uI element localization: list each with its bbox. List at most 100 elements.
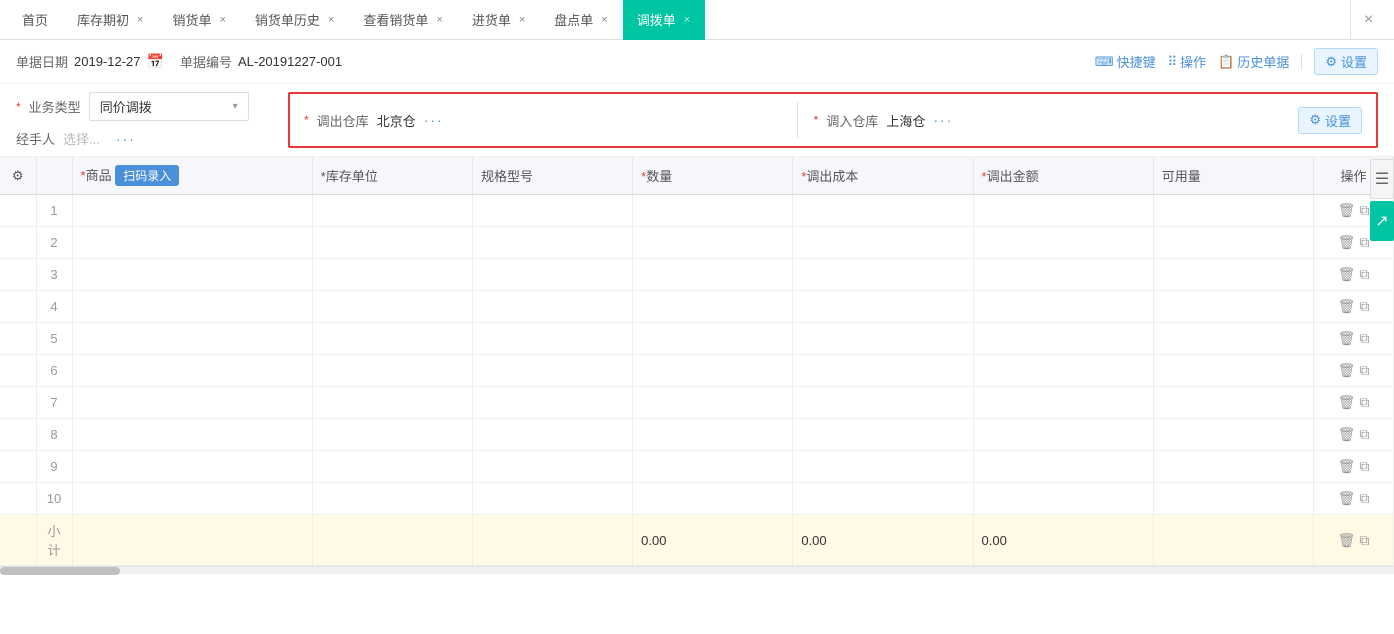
tab-sales-order[interactable]: 销货单 × bbox=[158, 0, 240, 40]
delete-row-icon[interactable]: 🗑 bbox=[1338, 394, 1356, 410]
row-cost[interactable] bbox=[793, 483, 973, 515]
row-goods[interactable] bbox=[72, 259, 312, 291]
tab-home[interactable]: 首页 bbox=[8, 0, 63, 40]
copy-row-icon[interactable]: ⧉ bbox=[1359, 202, 1369, 218]
copy-row-icon[interactable]: ⧉ bbox=[1359, 426, 1369, 442]
row-cost[interactable]: 0.00 bbox=[793, 515, 973, 566]
row-qty[interactable]: 0.00 bbox=[633, 515, 793, 566]
copy-row-icon[interactable]: ⧉ bbox=[1359, 266, 1369, 282]
source-warehouse-more-icon[interactable]: ··· bbox=[424, 112, 444, 128]
tab-transfer-close[interactable]: × bbox=[684, 14, 690, 26]
row-amount[interactable] bbox=[973, 483, 1153, 515]
row-cost[interactable] bbox=[793, 419, 973, 451]
row-cost[interactable] bbox=[793, 195, 973, 227]
row-qty[interactable] bbox=[633, 451, 793, 483]
row-amount[interactable] bbox=[973, 419, 1153, 451]
row-qty[interactable] bbox=[633, 195, 793, 227]
row-cost[interactable] bbox=[793, 291, 973, 323]
tab-inventory-init[interactable]: 库存期初 × bbox=[63, 0, 158, 40]
row-qty[interactable] bbox=[633, 259, 793, 291]
float-expand-btn[interactable]: ↗ bbox=[1370, 201, 1394, 241]
scrollbar-thumb[interactable] bbox=[0, 567, 120, 575]
row-cost[interactable] bbox=[793, 227, 973, 259]
row-qty[interactable] bbox=[633, 419, 793, 451]
delete-row-icon[interactable]: 🗑 bbox=[1338, 458, 1356, 474]
row-cost[interactable] bbox=[793, 259, 973, 291]
row-amount[interactable] bbox=[973, 291, 1153, 323]
tab-purchase-close[interactable]: × bbox=[519, 14, 525, 26]
copy-row-icon[interactable]: ⧉ bbox=[1359, 394, 1369, 410]
copy-row-icon[interactable]: ⧉ bbox=[1359, 532, 1369, 548]
calendar-icon[interactable]: 📅 bbox=[147, 53, 164, 70]
th-available: 可用量 bbox=[1153, 157, 1313, 195]
row-amount[interactable] bbox=[973, 195, 1153, 227]
tab-inventory-init-close[interactable]: × bbox=[137, 14, 143, 26]
business-type-select[interactable]: 同价调拨 ▾ bbox=[89, 92, 249, 121]
row-qty[interactable] bbox=[633, 323, 793, 355]
handler-more-icon[interactable]: ··· bbox=[116, 131, 136, 147]
delete-row-icon[interactable]: 🗑 bbox=[1338, 234, 1356, 250]
delete-row-icon[interactable]: 🗑 bbox=[1338, 490, 1356, 506]
tab-stocktake[interactable]: 盘点单 × bbox=[540, 0, 622, 40]
delete-row-icon[interactable]: 🗑 bbox=[1338, 202, 1356, 218]
tab-sales-history[interactable]: 销货单历史 × bbox=[241, 0, 349, 40]
tab-transfer[interactable]: 调拨单 × bbox=[623, 0, 705, 40]
row-goods[interactable] bbox=[72, 451, 312, 483]
row-qty[interactable] bbox=[633, 483, 793, 515]
row-amount[interactable] bbox=[973, 227, 1153, 259]
warehouse-settings-button[interactable]: ⚙ 设置 bbox=[1298, 107, 1362, 134]
row-goods[interactable] bbox=[72, 323, 312, 355]
tab-stocktake-close[interactable]: × bbox=[601, 14, 607, 26]
copy-row-icon[interactable]: ⧉ bbox=[1359, 298, 1369, 314]
tab-sales-history-close[interactable]: × bbox=[328, 14, 334, 26]
row-amount[interactable] bbox=[973, 323, 1153, 355]
copy-row-icon[interactable]: ⧉ bbox=[1359, 458, 1369, 474]
delete-row-icon[interactable]: 🗑 bbox=[1338, 532, 1356, 548]
copy-row-icon[interactable]: ⧉ bbox=[1359, 234, 1369, 250]
row-goods[interactable] bbox=[72, 227, 312, 259]
row-amount[interactable]: 0.00 bbox=[973, 515, 1153, 566]
row-cost[interactable] bbox=[793, 323, 973, 355]
row-qty[interactable] bbox=[633, 387, 793, 419]
window-close-button[interactable]: × bbox=[1350, 0, 1386, 40]
scan-button[interactable]: 扫码录入 bbox=[115, 165, 179, 186]
delete-row-icon[interactable]: 🗑 bbox=[1338, 298, 1356, 314]
copy-row-icon[interactable]: ⧉ bbox=[1359, 490, 1369, 506]
history-action[interactable]: 📋 历史单据 bbox=[1218, 52, 1289, 71]
row-cost[interactable] bbox=[793, 451, 973, 483]
row-goods[interactable] bbox=[72, 195, 312, 227]
delete-row-icon[interactable]: 🗑 bbox=[1338, 362, 1356, 378]
handler-placeholder[interactable]: 选择... bbox=[63, 129, 100, 148]
delete-row-icon[interactable]: 🗑 bbox=[1338, 426, 1356, 442]
row-goods[interactable] bbox=[72, 483, 312, 515]
tab-view-sales[interactable]: 查看销货单 × bbox=[349, 0, 457, 40]
row-amount[interactable] bbox=[973, 451, 1153, 483]
target-warehouse-more-icon[interactable]: ··· bbox=[933, 112, 953, 128]
operation-action[interactable]: ⠿ 操作 bbox=[1168, 52, 1207, 71]
tab-purchase[interactable]: 进货单 × bbox=[458, 0, 540, 40]
row-qty[interactable] bbox=[633, 355, 793, 387]
row-amount[interactable] bbox=[973, 355, 1153, 387]
row-goods[interactable] bbox=[72, 387, 312, 419]
th-settings[interactable]: ⚙ bbox=[0, 157, 36, 195]
settings-button[interactable]: ⚙ 设置 bbox=[1314, 48, 1378, 75]
row-goods[interactable] bbox=[72, 515, 312, 566]
row-qty[interactable] bbox=[633, 291, 793, 323]
row-goods[interactable] bbox=[72, 355, 312, 387]
tab-view-sales-close[interactable]: × bbox=[436, 14, 442, 26]
row-qty[interactable] bbox=[633, 227, 793, 259]
row-cost[interactable] bbox=[793, 355, 973, 387]
horizontal-scrollbar[interactable] bbox=[0, 566, 1394, 574]
row-amount[interactable] bbox=[973, 387, 1153, 419]
delete-row-icon[interactable]: 🗑 bbox=[1338, 330, 1356, 346]
delete-row-icon[interactable]: 🗑 bbox=[1338, 266, 1356, 282]
float-list-btn[interactable]: ☰ bbox=[1370, 159, 1394, 199]
row-amount[interactable] bbox=[973, 259, 1153, 291]
copy-row-icon[interactable]: ⧉ bbox=[1359, 362, 1369, 378]
tab-sales-order-close[interactable]: × bbox=[219, 14, 225, 26]
row-cost[interactable] bbox=[793, 387, 973, 419]
row-goods[interactable] bbox=[72, 291, 312, 323]
row-goods[interactable] bbox=[72, 419, 312, 451]
shortcut-action[interactable]: ⌨ 快捷键 bbox=[1095, 52, 1156, 71]
copy-row-icon[interactable]: ⧉ bbox=[1359, 330, 1369, 346]
